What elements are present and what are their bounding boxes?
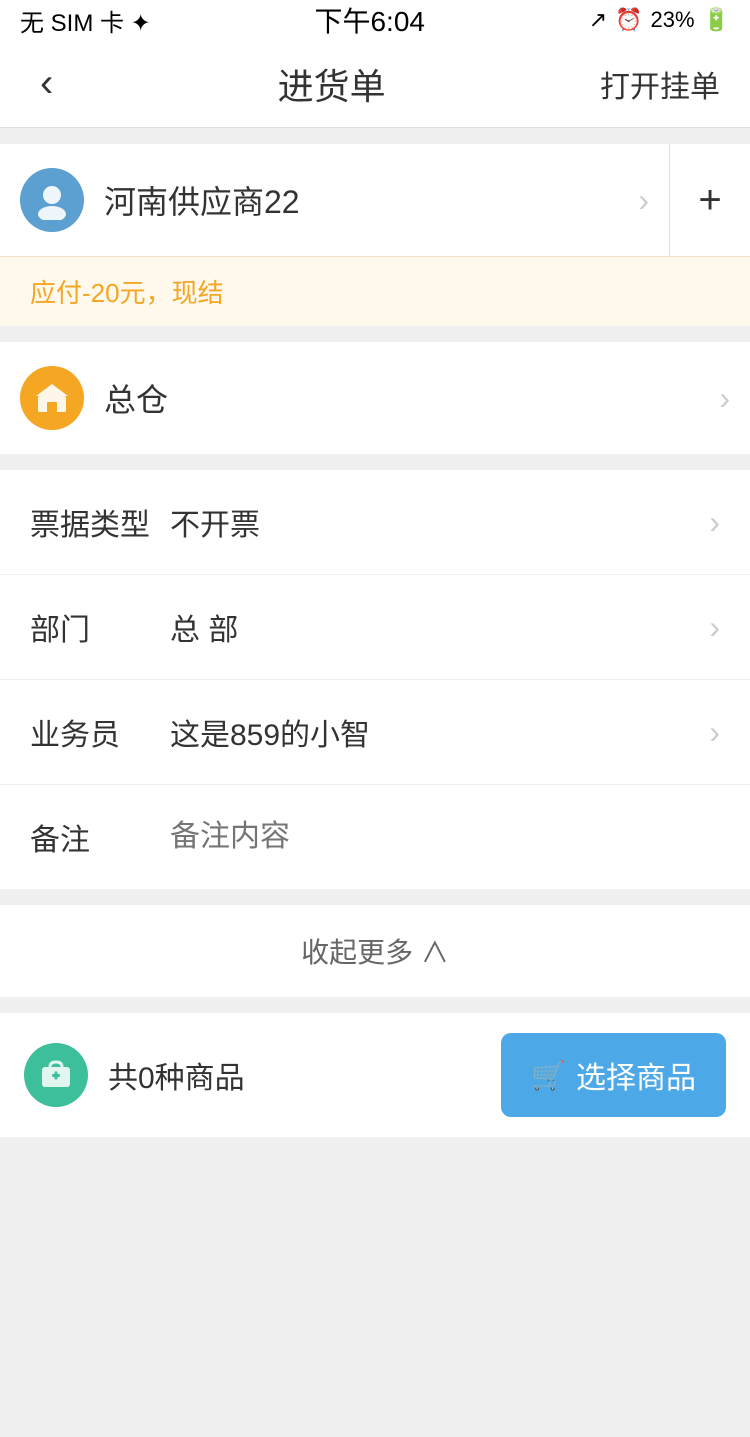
info-banner: 应付-20元，现结 (0, 256, 750, 326)
warehouse-name: 总仓 (104, 375, 709, 421)
status-bar: 无 SIM 卡 ✦ 下午6:04 ↗ ⏰ 23% 🔋 (0, 0, 750, 40)
status-time: 下午6:04 (314, 0, 425, 40)
department-value: 总 部 (170, 605, 699, 649)
open-pending-button[interactable]: 打开挂单 (600, 62, 720, 106)
bottom-bar: 共0种商品 🛒 选择商品 (0, 1013, 750, 1137)
invoice-type-value: 不开票 (170, 500, 699, 544)
supplier-avatar (20, 168, 84, 232)
supplier-section: 河南供应商22 › + (0, 144, 750, 256)
supplier-selector[interactable]: 河南供应商22 › (0, 144, 670, 256)
status-left: 无 SIM 卡 ✦ (20, 3, 151, 38)
battery-icon: 🔋 (703, 7, 730, 33)
page-background (0, 1137, 750, 1437)
warehouse-selector[interactable]: 总仓 › (0, 342, 750, 454)
cart-icon: 🛒 (531, 1059, 566, 1092)
no-sim-label: 无 SIM 卡 ✦ (20, 3, 151, 38)
page-title: 进货单 (278, 58, 386, 110)
status-right: ↗ ⏰ 23% 🔋 (589, 7, 730, 33)
invoice-type-label: 票据类型 (30, 500, 170, 544)
warehouse-chevron-icon: › (719, 380, 730, 417)
collapse-label: 收起更多 ∧ (301, 931, 449, 971)
back-button[interactable]: ‹ (30, 51, 63, 116)
salesman-row[interactable]: 业务员 这是859的小智 › (0, 680, 750, 785)
department-row[interactable]: 部门 总 部 › (0, 575, 750, 680)
add-supplier-button[interactable]: + (670, 144, 750, 256)
department-chevron-icon: › (709, 609, 720, 646)
content: 河南供应商22 › + 应付-20元，现结 总仓 › 票据类型 不开票 › 部门… (0, 144, 750, 1437)
select-product-button[interactable]: 🛒 选择商品 (501, 1033, 726, 1117)
note-row[interactable]: 备注 (0, 785, 750, 889)
form-section: 票据类型 不开票 › 部门 总 部 › 业务员 这是859的小智 › 备注 (0, 470, 750, 889)
invoice-chevron-icon: › (709, 504, 720, 541)
department-label: 部门 (30, 605, 170, 649)
salesman-chevron-icon: › (709, 714, 720, 751)
note-input[interactable] (170, 820, 720, 854)
product-count: 共0种商品 (108, 1053, 501, 1097)
product-icon (24, 1043, 88, 1107)
salesman-value: 这是859的小智 (170, 710, 699, 754)
nav-bar: ‹ 进货单 打开挂单 (0, 40, 750, 128)
select-btn-label: 选择商品 (576, 1053, 696, 1097)
warehouse-icon (20, 366, 84, 430)
salesman-label: 业务员 (30, 710, 170, 754)
battery-label: 23% (651, 7, 695, 33)
invoice-type-row[interactable]: 票据类型 不开票 › (0, 470, 750, 575)
supplier-chevron-icon: › (638, 182, 649, 219)
collapse-row[interactable]: 收起更多 ∧ (0, 905, 750, 997)
note-label: 备注 (30, 815, 170, 859)
supplier-name: 河南供应商22 (104, 177, 628, 223)
alarm-icon: ⏰ (615, 7, 642, 33)
location-icon: ↗ (589, 7, 607, 33)
